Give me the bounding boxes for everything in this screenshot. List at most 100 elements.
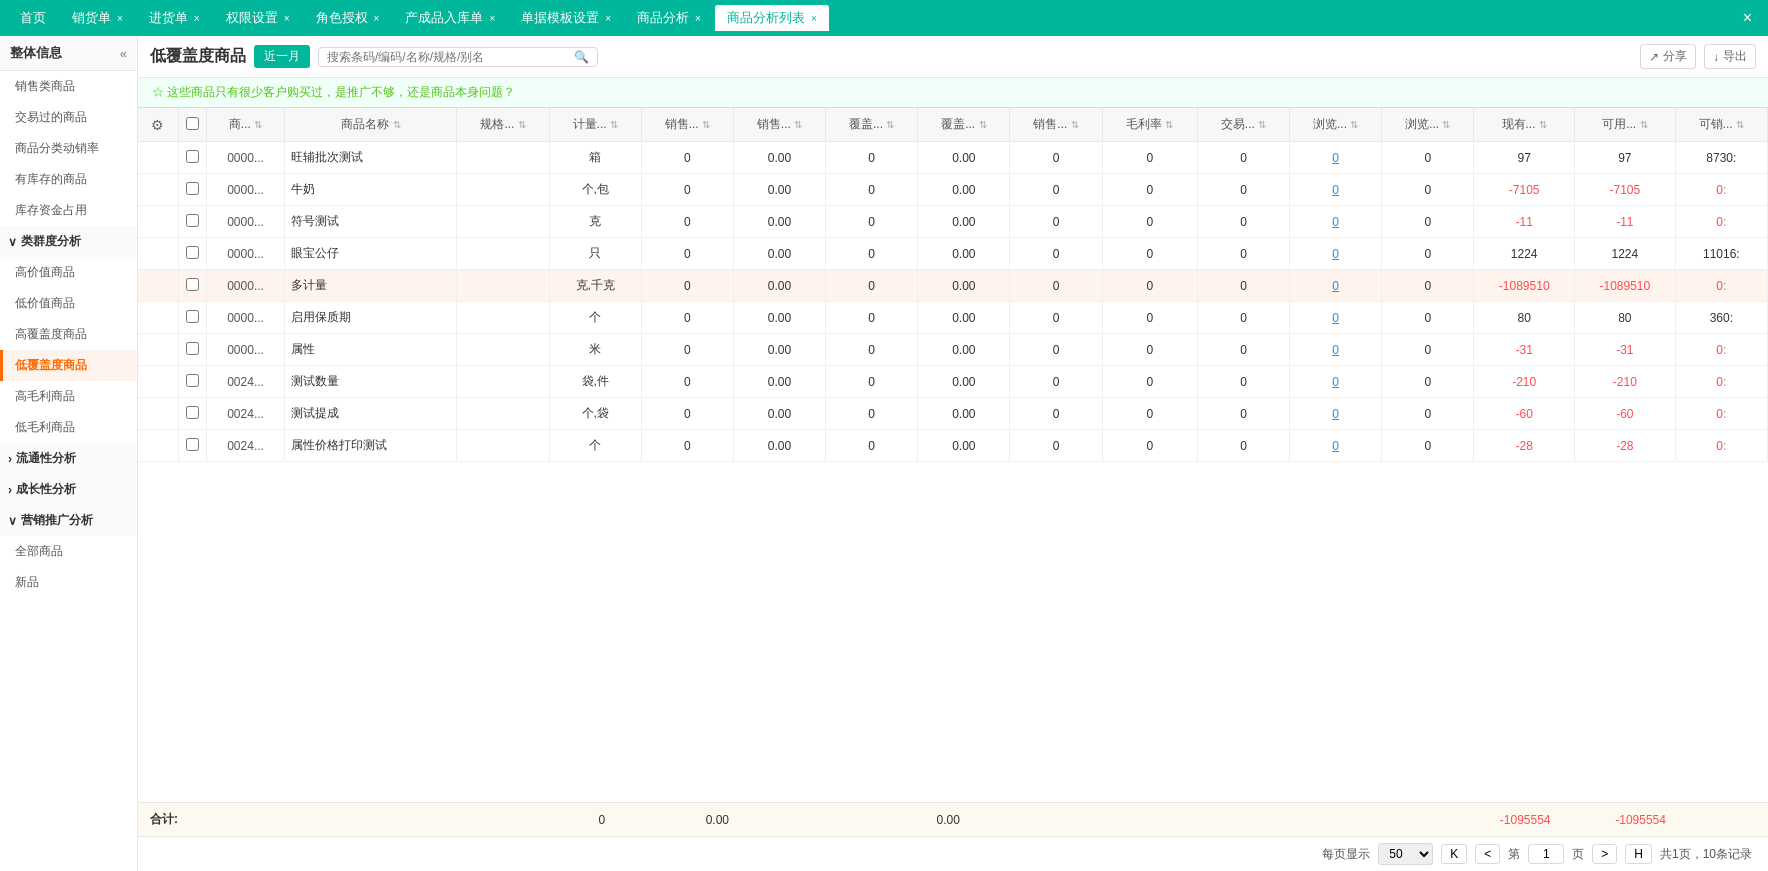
- close-all-tabs-button[interactable]: ×: [1735, 9, 1760, 27]
- row-checkbox[interactable]: [186, 278, 199, 291]
- row-checkbox[interactable]: [186, 406, 199, 419]
- sidebar-item-stocked-goods[interactable]: 有库存的商品: [0, 164, 137, 195]
- sidebar-collapse-button[interactable]: «: [120, 46, 127, 61]
- share-button[interactable]: ↗ 分享: [1640, 44, 1696, 69]
- nav-tab-role-auth[interactable]: 角色授权 ×: [304, 5, 392, 31]
- page-size-select[interactable]: 50 100 200: [1378, 843, 1433, 865]
- row-checkbox-cell[interactable]: [178, 430, 206, 462]
- coverage1-column-header[interactable]: 覆盖... ⇅: [826, 108, 918, 142]
- nav-tab-purchase[interactable]: 进货单 ×: [137, 5, 212, 31]
- next-page-button[interactable]: >: [1592, 844, 1617, 864]
- close-icon[interactable]: ×: [695, 13, 701, 24]
- sidebar-item-new-goods[interactable]: 新品: [0, 567, 137, 598]
- sidebar-section-group-analysis[interactable]: ∨ 类群度分析: [0, 226, 137, 257]
- sidebar-section-liquidity[interactable]: › 流通性分析: [0, 443, 137, 474]
- available-column-header[interactable]: 可用... ⇅: [1575, 108, 1676, 142]
- select-all-checkbox[interactable]: [186, 117, 199, 130]
- sidebar-section-marketing[interactable]: ∨ 营销推广分析: [0, 505, 137, 536]
- row-browse1[interactable]: 0: [1290, 334, 1382, 366]
- gross-margin-column-header[interactable]: 毛利率 ⇅: [1102, 108, 1197, 142]
- close-icon[interactable]: ×: [489, 13, 495, 24]
- row-browse1[interactable]: 0: [1290, 238, 1382, 270]
- sales3-column-header[interactable]: 销售... ⇅: [1010, 108, 1102, 142]
- sidebar-section-growth[interactable]: › 成长性分析: [0, 474, 137, 505]
- prev-page-button[interactable]: <: [1475, 844, 1500, 864]
- browse2-column-header[interactable]: 浏览... ⇅: [1382, 108, 1474, 142]
- chevron-right-icon: ›: [8, 452, 12, 466]
- row-checkbox[interactable]: [186, 182, 199, 195]
- row-checkbox-cell[interactable]: [178, 398, 206, 430]
- last-page-button[interactable]: H: [1625, 844, 1652, 864]
- search-input[interactable]: [327, 50, 574, 64]
- row-checkbox[interactable]: [186, 246, 199, 259]
- row-checkbox[interactable]: [186, 214, 199, 227]
- row-browse1[interactable]: 0: [1290, 302, 1382, 334]
- sidebar-item-inventory-capital[interactable]: 库存资金占用: [0, 195, 137, 226]
- sidebar-item-traded-goods[interactable]: 交易过的商品: [0, 102, 137, 133]
- table-container[interactable]: ⚙ 商... ⇅ 商品名称 ⇅ 规格... ⇅ 计量... ⇅ 销售... ⇅ …: [138, 108, 1768, 802]
- sidebar-item-high-coverage[interactable]: 高覆盖度商品: [0, 319, 137, 350]
- nav-tab-product-stock[interactable]: 产成品入库单 ×: [393, 5, 507, 31]
- row-browse1[interactable]: 0: [1290, 430, 1382, 462]
- close-icon[interactable]: ×: [605, 13, 611, 24]
- unit-column-header[interactable]: 计量... ⇅: [549, 108, 641, 142]
- row-browse1[interactable]: 0: [1290, 398, 1382, 430]
- row-checkbox[interactable]: [186, 438, 199, 451]
- nav-tab-analysis-list[interactable]: 商品分析列表 ×: [715, 5, 829, 31]
- row-browse1[interactable]: 0: [1290, 206, 1382, 238]
- nav-tab-home[interactable]: 首页: [8, 5, 58, 31]
- sidebar-item-all-goods[interactable]: 全部商品: [0, 536, 137, 567]
- saleable-column-header[interactable]: 可销... ⇅: [1675, 108, 1767, 142]
- browse1-column-header[interactable]: 浏览... ⇅: [1290, 108, 1382, 142]
- sidebar-item-low-margin[interactable]: 低毛利商品: [0, 412, 137, 443]
- name-column-header[interactable]: 商品名称 ⇅: [285, 108, 457, 142]
- row-checkbox-cell[interactable]: [178, 174, 206, 206]
- row-checkbox-cell[interactable]: [178, 238, 206, 270]
- coverage2-column-header[interactable]: 覆盖... ⇅: [918, 108, 1010, 142]
- close-icon[interactable]: ×: [374, 13, 380, 24]
- sidebar-item-sales-goods[interactable]: 销售类商品: [0, 71, 137, 102]
- sidebar-item-category-rate[interactable]: 商品分类动销率: [0, 133, 137, 164]
- current-stock-column-header[interactable]: 现有... ⇅: [1474, 108, 1575, 142]
- row-browse1[interactable]: 0: [1290, 270, 1382, 302]
- first-page-button[interactable]: K: [1441, 844, 1467, 864]
- nav-tab-sales[interactable]: 销货单 ×: [60, 5, 135, 31]
- sales-qty-column-header[interactable]: 销售... ⇅: [641, 108, 733, 142]
- code-column-header[interactable]: 商... ⇅: [206, 108, 285, 142]
- row-checkbox[interactable]: [186, 342, 199, 355]
- checkbox-column-header[interactable]: [178, 108, 206, 142]
- row-checkbox[interactable]: [186, 150, 199, 163]
- row-checkbox-cell[interactable]: [178, 366, 206, 398]
- close-icon[interactable]: ×: [194, 13, 200, 24]
- row-checkbox-cell[interactable]: [178, 206, 206, 238]
- nav-tab-template[interactable]: 单据模板设置 ×: [509, 5, 623, 31]
- date-filter-button[interactable]: 近一月: [254, 45, 310, 68]
- close-icon[interactable]: ×: [117, 13, 123, 24]
- page-number-input[interactable]: [1528, 844, 1564, 864]
- sidebar-item-high-value[interactable]: 高价值商品: [0, 257, 137, 288]
- sidebar-item-high-margin[interactable]: 高毛利商品: [0, 381, 137, 412]
- row-browse1[interactable]: 0: [1290, 142, 1382, 174]
- sales-amt-column-header[interactable]: 销售... ⇅: [733, 108, 825, 142]
- row-checkbox-cell[interactable]: [178, 142, 206, 174]
- nav-tab-permissions[interactable]: 权限设置 ×: [214, 5, 302, 31]
- table-row: 0024... 测试数量 袋,件 0 0.00 0 0.00 0 0 0 0 0…: [138, 366, 1768, 398]
- sidebar-item-low-value[interactable]: 低价值商品: [0, 288, 137, 319]
- close-icon[interactable]: ×: [811, 13, 817, 24]
- row-checkbox-cell[interactable]: [178, 270, 206, 302]
- export-button[interactable]: ↓ 导出: [1704, 44, 1756, 69]
- row-browse1[interactable]: 0: [1290, 174, 1382, 206]
- transaction-column-header[interactable]: 交易... ⇅: [1197, 108, 1289, 142]
- row-checkbox[interactable]: [186, 374, 199, 387]
- row-browse1[interactable]: 0: [1290, 366, 1382, 398]
- spec-column-header[interactable]: 规格... ⇅: [457, 108, 549, 142]
- row-sales-qty: 0: [641, 270, 733, 302]
- close-icon[interactable]: ×: [284, 13, 290, 24]
- row-trans: 0: [1197, 238, 1289, 270]
- row-checkbox-cell[interactable]: [178, 302, 206, 334]
- sidebar-item-low-coverage[interactable]: 低覆盖度商品: [0, 350, 137, 381]
- row-checkbox-cell[interactable]: [178, 334, 206, 366]
- settings-column-header[interactable]: ⚙: [138, 108, 178, 142]
- nav-tab-analysis[interactable]: 商品分析 ×: [625, 5, 713, 31]
- row-checkbox[interactable]: [186, 310, 199, 323]
